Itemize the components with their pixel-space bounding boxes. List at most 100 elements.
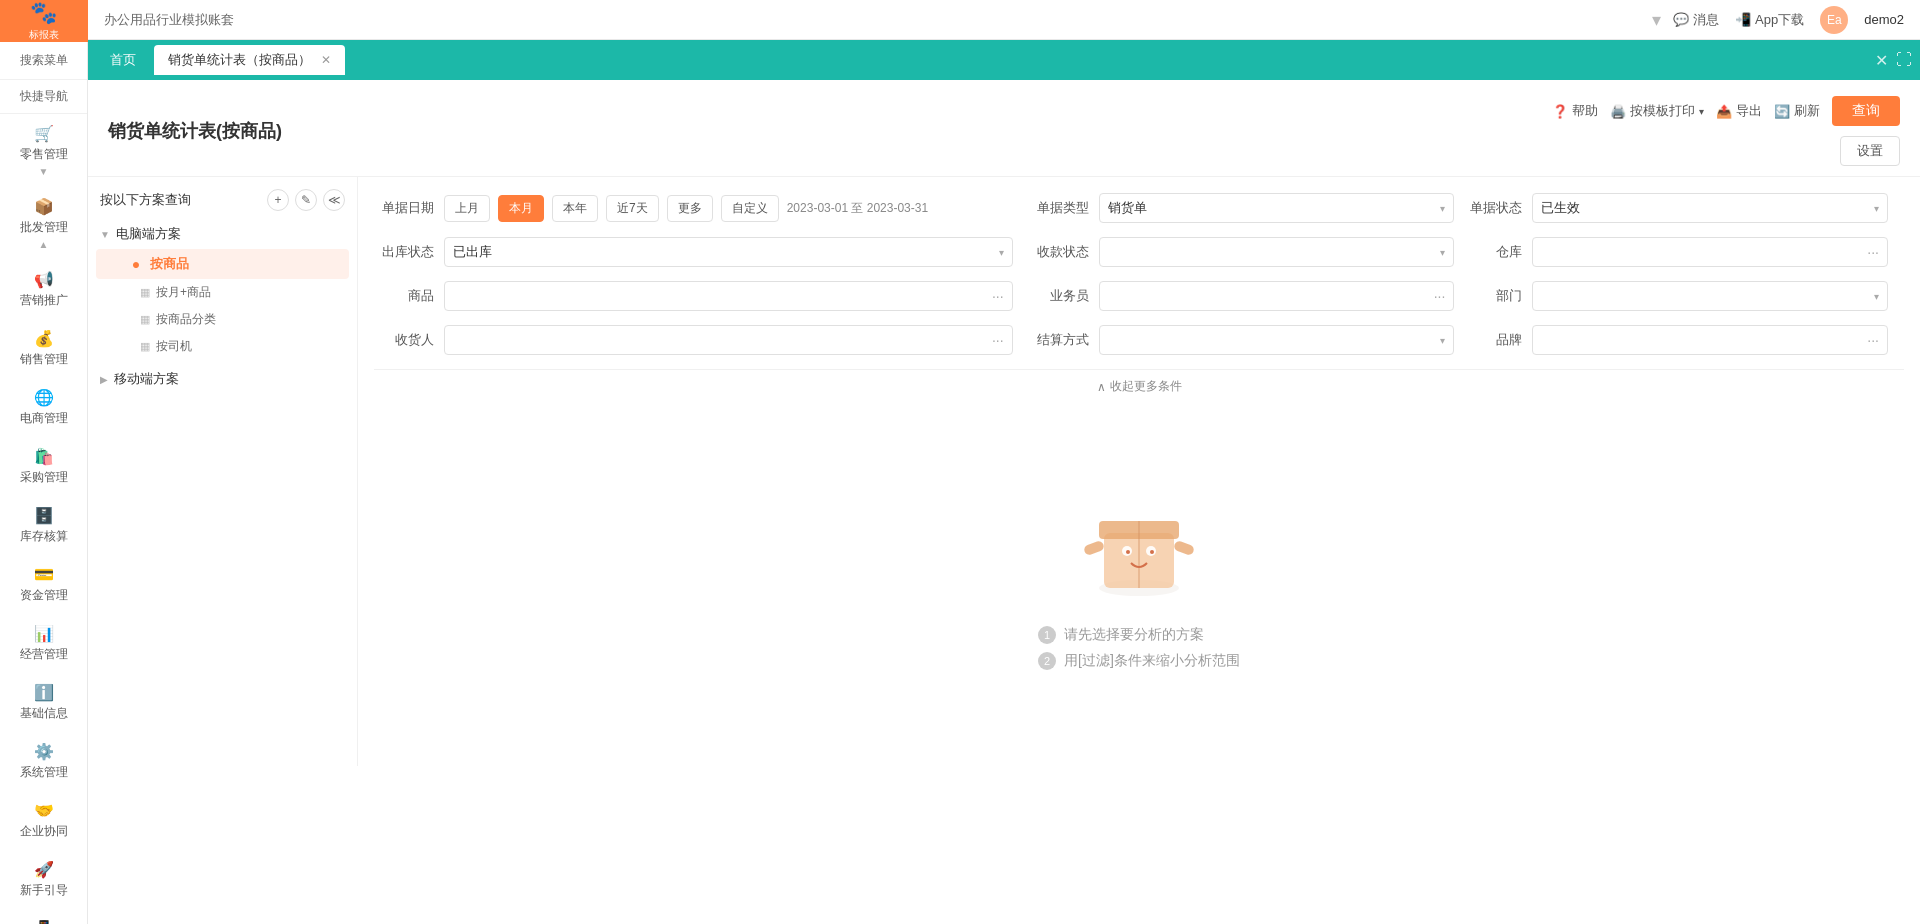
payment-status-select[interactable]: ▾ <box>1099 237 1455 267</box>
ecommerce-icon: 🌐 <box>34 388 54 407</box>
by-month-product-icon: ▦ <box>140 286 150 299</box>
right-panel: 单据日期 上月 本月 本年 近7天 更多 自定义 2023-03-01 至 20… <box>358 177 1920 766</box>
tab-minimize-icon[interactable]: ✕ <box>1875 51 1888 70</box>
download-icon: 📲 <box>1735 12 1751 27</box>
user-name[interactable]: demo2 <box>1864 12 1904 27</box>
query-button[interactable]: 查询 <box>1832 96 1900 126</box>
product-select[interactable]: ··· <box>444 281 1013 311</box>
mobile-scheme-header[interactable]: ▶ 移动端方案 <box>88 364 357 394</box>
topbar-dropdown-icon[interactable]: ▾ <box>1652 9 1661 31</box>
doctype-arrow: ▾ <box>1440 203 1445 214</box>
help-btn[interactable]: ❓ 帮助 <box>1552 102 1598 120</box>
product-dots[interactable]: ··· <box>992 288 1004 304</box>
sidebar-item-guide[interactable]: 🚀 新手引导 <box>0 850 87 909</box>
print-btn[interactable]: 🖨️ 按模板打印 ▾ <box>1610 102 1704 120</box>
more-btn[interactable]: 更多 <box>667 195 713 222</box>
payment-method-select[interactable]: ▾ <box>1099 325 1455 355</box>
scheme-by-month-product[interactable]: ▦ 按月+商品 <box>96 279 349 306</box>
purchase-icon: 🛍️ <box>34 447 54 466</box>
sidebar-item-purchase[interactable]: 🛍️ 采购管理 <box>0 437 87 496</box>
warehouse-out-value: 已出库 <box>453 243 999 261</box>
settings-button[interactable]: 设置 <box>1840 136 1900 166</box>
sidebar-quick-nav[interactable]: 快捷导航 <box>0 80 87 114</box>
filter-department-col: 部门 ▾ <box>1462 281 1904 311</box>
refresh-btn[interactable]: 🔄 刷新 <box>1774 102 1820 120</box>
message-btn[interactable]: 💬 消息 <box>1673 11 1719 29</box>
by-scanner-icon: ▦ <box>140 340 150 353</box>
date-range-text: 2023-03-01 至 2023-03-31 <box>787 200 928 217</box>
sidebar-search[interactable]: 搜索菜单 <box>0 42 87 80</box>
retail-arrow: ▼ <box>39 166 49 177</box>
salesperson-select[interactable]: ··· <box>1099 281 1455 311</box>
mobile-scheme-label: 移动端方案 <box>114 370 179 388</box>
brand-select[interactable]: ··· <box>1532 325 1888 355</box>
tab-right-icons: ✕ ⛶ <box>1875 51 1912 70</box>
payment-method-label: 结算方式 <box>1029 331 1099 349</box>
refresh-icon: 🔄 <box>1774 104 1790 119</box>
desktop-scheme-header[interactable]: ▼ 电脑端方案 <box>88 219 357 249</box>
sidebar-item-basic[interactable]: ℹ️ 基础信息 <box>0 673 87 732</box>
sidebar-item-cooperation[interactable]: 🤝 企业协同 <box>0 791 87 850</box>
sidebar-item-inventory[interactable]: 🗄️ 库存核算 <box>0 496 87 555</box>
cooperation-icon: 🤝 <box>34 801 54 820</box>
warehouse-out-arrow: ▾ <box>999 247 1004 258</box>
recipient-select[interactable]: ··· <box>444 325 1013 355</box>
recipient-dots[interactable]: ··· <box>992 332 1004 348</box>
help-icon: ❓ <box>1552 104 1568 119</box>
department-select[interactable]: ▾ <box>1532 281 1888 311</box>
scheme-by-category[interactable]: ▦ 按商品分类 <box>96 306 349 333</box>
collapse-bar[interactable]: ∧ 收起更多条件 <box>374 369 1904 403</box>
add-scheme-btn[interactable]: + <box>267 189 289 211</box>
sidebar-item-wholesale[interactable]: 📦 批发管理 ▲ <box>0 187 87 260</box>
last-month-btn[interactable]: 上月 <box>444 195 490 222</box>
topbar-actions: 💬 消息 📲 App下载 Ea demo2 <box>1673 6 1904 34</box>
brand-dots[interactable]: ··· <box>1867 332 1879 348</box>
doctype-select[interactable]: 销货单 ▾ <box>1099 193 1455 223</box>
svg-point-7 <box>1150 550 1154 554</box>
logo[interactable]: 🐾 标报表 <box>0 0 88 42</box>
page-content: 按以下方案查询 + ✎ ≪ ▼ 电脑端方案 <box>88 177 1920 766</box>
tab-maximize-icon[interactable]: ⛶ <box>1896 51 1912 70</box>
current-month-btn[interactable]: 本月 <box>498 195 544 222</box>
finance-icon: 💳 <box>34 565 54 584</box>
tabbar: 首页 销货单统计表（按商品） ✕ ✕ ⛶ <box>88 40 1920 80</box>
svg-rect-9 <box>1173 540 1195 556</box>
sidebar-item-appcenter[interactable]: 📱 应用中心 <box>0 909 87 924</box>
logo-icon: 🐾 <box>30 0 57 26</box>
sales-stats-tab-label: 销货单统计表（按商品） <box>168 51 311 69</box>
content: 销货单统计表(按商品) ❓ 帮助 🖨️ 按模板打印 ▾ 📤 导出 <box>88 80 1920 924</box>
sidebar-item-ecommerce[interactable]: 🌐 电商管理 <box>0 378 87 437</box>
export-btn[interactable]: 📤 导出 <box>1716 102 1762 120</box>
filter-row-4: 收货人 ··· 结算方式 ▾ 品牌 <box>374 325 1904 355</box>
empty-illustration <box>1079 483 1199 606</box>
warehouse-label: 仓库 <box>1462 243 1532 261</box>
sidebar-item-operations[interactable]: 📊 经营管理 <box>0 614 87 673</box>
custom-btn[interactable]: 自定义 <box>721 195 779 222</box>
user-avatar[interactable]: Ea <box>1820 6 1848 34</box>
edit-scheme-btn[interactable]: ✎ <box>295 189 317 211</box>
page-title: 销货单统计表(按商品) <box>108 119 282 143</box>
filter-row-1: 单据日期 上月 本月 本年 近7天 更多 自定义 2023-03-01 至 20… <box>374 193 1904 223</box>
tab-home[interactable]: 首页 <box>96 45 150 75</box>
current-year-btn[interactable]: 本年 <box>552 195 598 222</box>
sidebar-item-marketing[interactable]: 📢 营销推广 <box>0 260 87 319</box>
tab-close-icon[interactable]: ✕ <box>321 53 331 67</box>
sidebar-item-finance[interactable]: 💳 资金管理 <box>0 555 87 614</box>
app-download-btn[interactable]: 📲 App下载 <box>1735 11 1804 29</box>
filter-docstatus-col: 单据状态 已生效 ▾ <box>1462 193 1904 223</box>
retail-icon: 🛒 <box>34 124 54 143</box>
sidebar-item-retail[interactable]: 🛒 零售管理 ▼ <box>0 114 87 187</box>
left-panel-header: 按以下方案查询 + ✎ ≪ <box>88 189 357 219</box>
tab-sales-stats[interactable]: 销货单统计表（按商品） ✕ <box>154 45 345 75</box>
scheme-by-scanner[interactable]: ▦ 按司机 <box>96 333 349 360</box>
scheme-by-product[interactable]: ● 按商品 <box>96 249 349 279</box>
last7-btn[interactable]: 近7天 <box>606 195 659 222</box>
collapse-scheme-btn[interactable]: ≪ <box>323 189 345 211</box>
docstatus-select[interactable]: 已生效 ▾ <box>1532 193 1888 223</box>
salesperson-dots[interactable]: ··· <box>1434 288 1446 304</box>
warehouse-select[interactable]: ··· <box>1532 237 1888 267</box>
warehouse-dots[interactable]: ··· <box>1867 244 1879 260</box>
sidebar-item-system[interactable]: ⚙️ 系统管理 <box>0 732 87 791</box>
sidebar-item-sales[interactable]: 💰 销售管理 <box>0 319 87 378</box>
warehouse-out-select[interactable]: 已出库 ▾ <box>444 237 1013 267</box>
